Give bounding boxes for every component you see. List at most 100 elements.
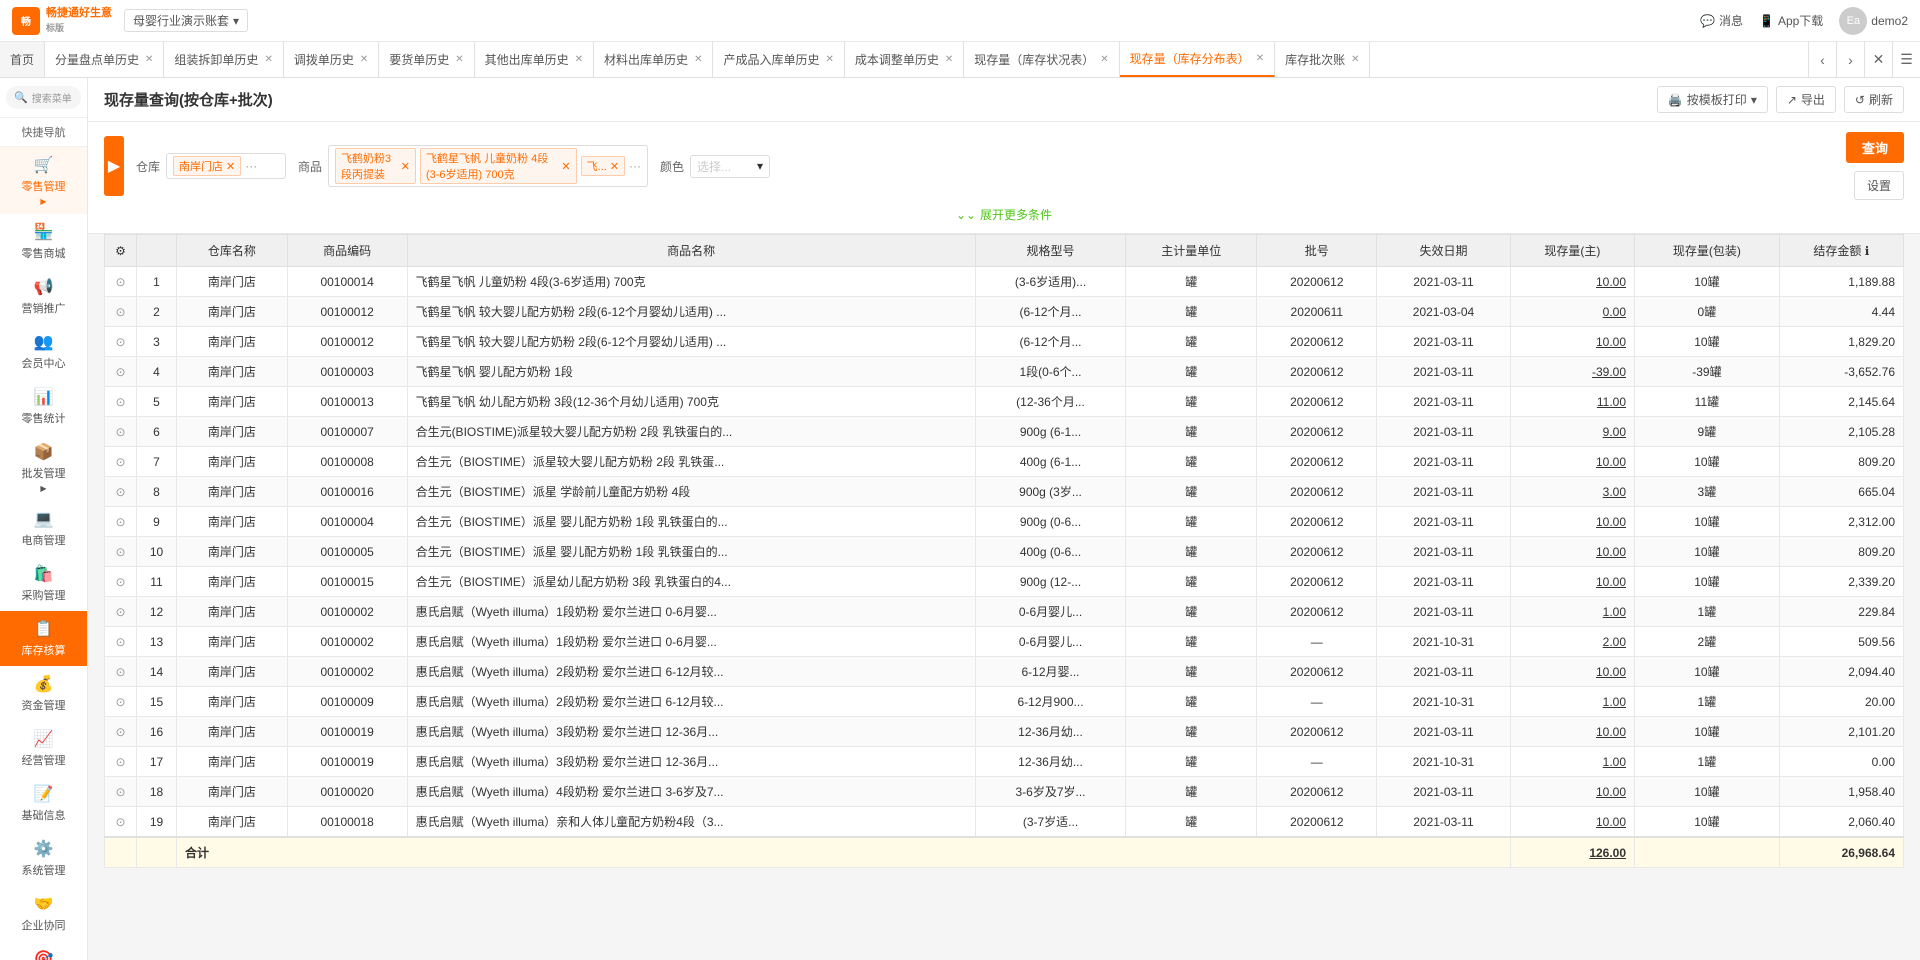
search-menu-input[interactable]: 🔍 搜索菜单 bbox=[6, 86, 81, 109]
sidebar-item-retail-mgmt[interactable]: 🛒 零售管理 ▶ bbox=[0, 147, 87, 214]
retail-mgmt-icon: 🛒 bbox=[34, 155, 54, 175]
product-filter-more-icon[interactable]: ··· bbox=[629, 159, 641, 173]
row-settings-icon[interactable]: ⊙ bbox=[105, 357, 137, 387]
row-settings-icon[interactable]: ⊙ bbox=[105, 777, 137, 807]
sidebar-item-quick-nav[interactable]: 快捷导航 bbox=[0, 118, 87, 146]
tab-close-icon[interactable]: ✕ bbox=[264, 54, 272, 65]
tab-close-icon[interactable]: ✕ bbox=[455, 54, 463, 65]
remove-product-tag-more[interactable]: ✕ bbox=[610, 160, 619, 173]
table-cell: 罐 bbox=[1126, 657, 1257, 687]
sidebar-item-marketing[interactable]: 📢 营销推广 bbox=[0, 269, 87, 324]
row-settings-icon[interactable]: ⊙ bbox=[105, 717, 137, 747]
sidebar-item-finance[interactable]: 💰 资金管理 bbox=[0, 666, 87, 721]
sidebar-item-system-mgmt[interactable]: ⚙️ 系统管理 bbox=[0, 831, 87, 886]
tab-close-icon[interactable]: ✕ bbox=[360, 54, 368, 65]
tab-close-icon[interactable]: ✕ bbox=[1100, 54, 1108, 65]
basic-info-icon: 📝 bbox=[34, 784, 54, 804]
table-footer-row: 合计 126.00 26,968.64 bbox=[105, 837, 1904, 868]
sidebar-item-new-guide[interactable]: 🎯 新手引导 bbox=[0, 941, 87, 960]
account-select[interactable]: 母婴行业演示账套 ▾ bbox=[124, 9, 248, 32]
tab-stock-status[interactable]: 现存量（库存状况表） ✕ bbox=[964, 42, 1119, 77]
tab-batch-account[interactable]: 库存批次账 ✕ bbox=[1275, 42, 1370, 77]
row-settings-icon[interactable]: ⊙ bbox=[105, 747, 137, 777]
row-settings-icon[interactable]: ⊙ bbox=[105, 477, 137, 507]
remove-product-tag-1[interactable]: ✕ bbox=[401, 160, 410, 173]
remove-warehouse-tag[interactable]: ✕ bbox=[226, 160, 235, 173]
filter-expand-toggle[interactable]: ▶ bbox=[104, 136, 124, 196]
row-settings-icon[interactable]: ⊙ bbox=[105, 297, 137, 327]
warehouse-filter-input[interactable]: 南岸门店 ✕ ··· bbox=[166, 153, 286, 179]
sidebar-item-member-center[interactable]: 👥 会员中心 bbox=[0, 324, 87, 379]
sidebar-item-retail-shop[interactable]: 🏪 零售商城 bbox=[0, 214, 87, 269]
template-print-button[interactable]: 🖨️ 按模板打印 ▾ bbox=[1657, 86, 1768, 113]
tab-prev-button[interactable]: ‹ bbox=[1808, 42, 1836, 78]
tab-close-icon[interactable]: ✕ bbox=[145, 54, 153, 65]
app-download-button[interactable]: 📱 App下载 bbox=[1759, 12, 1823, 29]
th-settings[interactable]: ⚙ bbox=[105, 235, 137, 267]
search-icon: 🔍 bbox=[14, 91, 28, 104]
expand-more-filters[interactable]: ⌄⌄ 展开更多条件 bbox=[956, 206, 1052, 223]
tab-home[interactable]: 首页 bbox=[0, 42, 45, 77]
row-settings-icon[interactable]: ⊙ bbox=[105, 657, 137, 687]
tab-stock-distribution[interactable]: 现存量（库存分布表） ✕ bbox=[1120, 42, 1275, 77]
row-settings-icon[interactable]: ⊙ bbox=[105, 537, 137, 567]
row-settings-icon[interactable]: ⊙ bbox=[105, 417, 137, 447]
tab-combo-disassemble[interactable]: 组装拆卸单历史 ✕ bbox=[164, 42, 283, 77]
sidebar-item-operation[interactable]: 📈 经营管理 bbox=[0, 721, 87, 776]
tab-product-in[interactable]: 产成品入库单历史 ✕ bbox=[713, 42, 844, 77]
product-filter-input[interactable]: 飞鹤奶粉3段丙提装 ✕ 飞鹤星飞帆 儿童奶粉 4段(3-6岁适用) 700克 ✕… bbox=[328, 145, 648, 187]
sidebar-item-wholesale-mgmt[interactable]: 📦 批发管理 ▶ bbox=[0, 434, 87, 501]
row-settings-icon[interactable]: ⊙ bbox=[105, 447, 137, 477]
row-settings-icon[interactable]: ⊙ bbox=[105, 807, 137, 838]
tab-close-icon[interactable]: ✕ bbox=[945, 54, 953, 65]
sidebar-item-enterprise-collab[interactable]: 🤝 企业协同 bbox=[0, 886, 87, 941]
row-settings-icon[interactable]: ⊙ bbox=[105, 687, 137, 717]
table-cell: (6-12个月... bbox=[975, 327, 1125, 357]
th-stock-pack: 现存量(包装) bbox=[1635, 235, 1780, 267]
sidebar-item-retail-stats[interactable]: 📊 零售统计 bbox=[0, 379, 87, 434]
user-profile[interactable]: Ea demo2 bbox=[1839, 7, 1908, 35]
tab-cost-adjust[interactable]: 成本调整单历史 ✕ bbox=[845, 42, 964, 77]
table-cell: 229.84 bbox=[1779, 597, 1903, 627]
tab-close-all-button[interactable]: ✕ bbox=[1864, 42, 1892, 78]
message-button[interactable]: 💬 消息 bbox=[1700, 12, 1743, 29]
sidebar-item-ecommerce[interactable]: 💻 电商管理 bbox=[0, 501, 87, 556]
tab-mixing[interactable]: 调拨单历史 ✕ bbox=[284, 42, 379, 77]
tab-menu-button[interactable]: ☰ bbox=[1892, 42, 1920, 78]
tab-close-icon[interactable]: ✕ bbox=[694, 54, 702, 65]
row-settings-icon[interactable]: ⊙ bbox=[105, 387, 137, 417]
tab-split-stock[interactable]: 分量盘点单历史 ✕ bbox=[45, 42, 164, 77]
tab-material-out[interactable]: 材料出库单历史 ✕ bbox=[594, 42, 713, 77]
tab-close-icon[interactable]: ✕ bbox=[825, 54, 833, 65]
tab-close-icon[interactable]: ✕ bbox=[1351, 54, 1359, 65]
filter-more-icon[interactable]: ··· bbox=[245, 159, 257, 173]
row-settings-icon[interactable]: ⊙ bbox=[105, 267, 137, 297]
sidebar-item-basic-info[interactable]: 📝 基础信息 bbox=[0, 776, 87, 831]
tab-close-icon[interactable]: ✕ bbox=[575, 54, 583, 65]
tab-close-icon[interactable]: ✕ bbox=[1256, 53, 1264, 64]
color-filter-input[interactable]: 选择... ▾ bbox=[690, 155, 770, 178]
sidebar-item-purchase[interactable]: 🛍️ 采购管理 bbox=[0, 556, 87, 611]
row-settings-icon[interactable]: ⊙ bbox=[105, 597, 137, 627]
row-settings-icon[interactable]: ⊙ bbox=[105, 627, 137, 657]
query-button[interactable]: 查询 bbox=[1846, 132, 1904, 163]
sidebar-item-inventory-check[interactable]: 📋 库存核算 bbox=[0, 611, 87, 666]
table-cell: 2021-10-31 bbox=[1377, 627, 1510, 657]
row-settings-icon[interactable]: ⊙ bbox=[105, 507, 137, 537]
table-cell: 惠氏启赋（Wyeth illuma）2段奶粉 爱尔兰进口 6-12月较... bbox=[407, 657, 975, 687]
tab-next-button[interactable]: › bbox=[1836, 42, 1864, 78]
export-button[interactable]: ↗ 导出 bbox=[1776, 86, 1836, 113]
remove-product-tag-2[interactable]: ✕ bbox=[561, 160, 570, 173]
row-settings-icon[interactable]: ⊙ bbox=[105, 327, 137, 357]
tab-other-out[interactable]: 其他出库单历史 ✕ bbox=[475, 42, 594, 77]
refresh-button[interactable]: ↺ 刷新 bbox=[1844, 86, 1904, 113]
settings-button[interactable]: 设置 bbox=[1854, 171, 1904, 200]
tab-demand[interactable]: 要货单历史 ✕ bbox=[379, 42, 474, 77]
product-tag-more: 飞... ✕ bbox=[581, 156, 625, 176]
table-row: ⊙1南岸门店00100014飞鹤星飞帆 儿童奶粉 4段(3-6岁适用) 700克… bbox=[105, 267, 1904, 297]
table-cell: 惠氏启赋（Wyeth illuma）1段奶粉 爱尔兰进口 0-6月婴... bbox=[407, 597, 975, 627]
row-settings-icon[interactable]: ⊙ bbox=[105, 567, 137, 597]
wholesale-mgmt-icon: 📦 bbox=[34, 442, 54, 462]
color-filter-group: 颜色 选择... ▾ bbox=[660, 155, 770, 178]
table-cell: 10罐 bbox=[1635, 717, 1780, 747]
